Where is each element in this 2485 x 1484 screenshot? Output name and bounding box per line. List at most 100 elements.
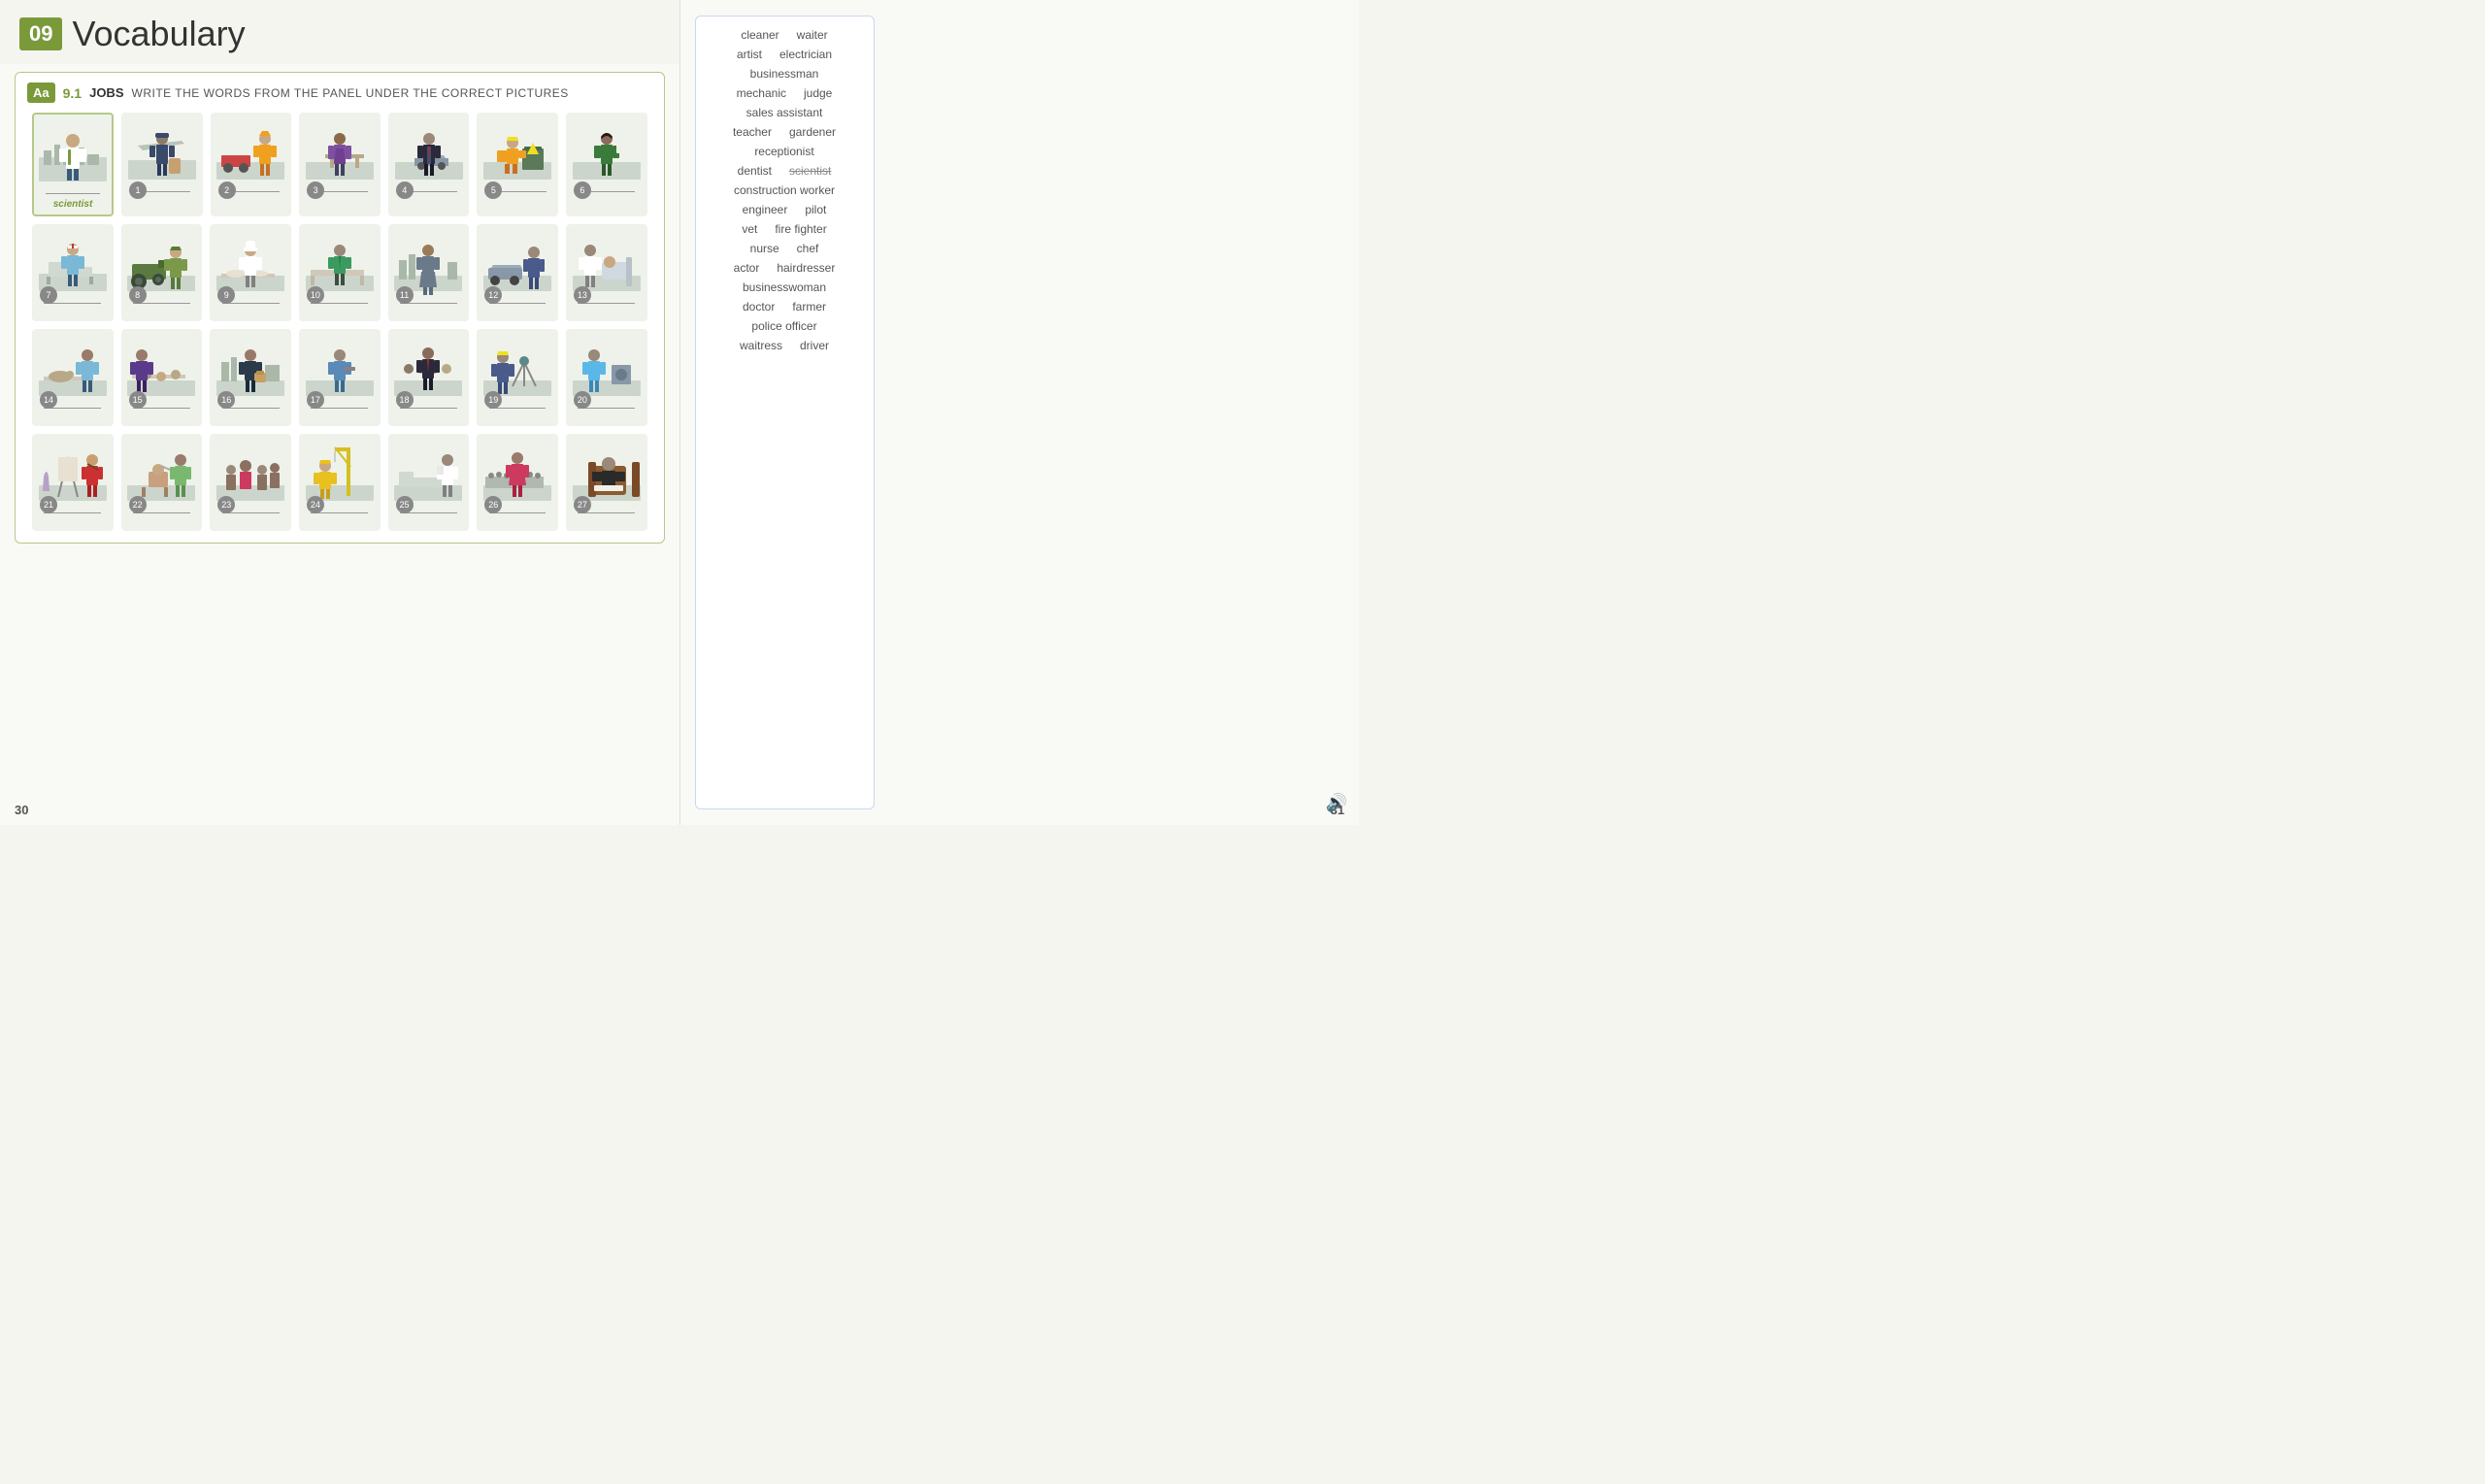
word-doctor: doctor [743,300,775,313]
card-9-number: 9 [217,286,235,304]
card-4-illustration [393,117,465,187]
card-27-number: 27 [574,496,591,513]
card-27: 27 [566,434,647,531]
word-row-16: police officer [711,319,859,333]
aa-label: Aa [27,82,55,103]
word-row-6: teacher gardener [711,125,859,139]
page-container: 09 Vocabulary Aa 9.1 JOBS WRITE THE WORD… [0,0,1359,825]
card-16: 16 [210,329,291,426]
word-row-10: engineer pilot [711,203,859,216]
card-24-line[interactable] [311,512,368,513]
left-page: 09 Vocabulary Aa 9.1 JOBS WRITE THE WORD… [0,0,679,825]
card-10-number: 10 [307,286,324,304]
activity-number: 9.1 [63,85,82,101]
card-10-line[interactable] [311,303,368,304]
word-nurse: nurse [750,242,779,255]
images-grid: scientist [27,113,652,216]
card-24: 24 [299,434,381,531]
card-21-number: 21 [40,496,57,513]
card-17: 17 [299,329,381,426]
word-fire-fighter: fire fighter [775,222,826,236]
card-19: 19 [477,329,558,426]
word-businesswoman: businesswoman [743,280,826,294]
word-electrician: electrician [779,48,832,61]
card-3: 3 [299,113,381,216]
word-row-1: cleaner waiter [711,28,859,42]
card-27-line[interactable] [578,512,635,513]
word-gardener: gardener [789,125,836,139]
word-judge: judge [804,86,832,100]
word-row-4: mechanic judge [711,86,859,100]
card-6-number: 6 [574,181,591,199]
page-header: 09 Vocabulary [0,0,679,64]
word-engineer: engineer [743,203,788,216]
card-18: 18 [388,329,470,426]
card-1-number: 1 [129,181,147,199]
activity-instruction: WRITE THE WORDS FROM THE PANEL UNDER THE… [132,86,569,100]
example-line [46,193,100,194]
card-25: 25 [388,434,470,531]
chapter-number: 09 [19,17,62,50]
word-businessman: businessman [750,67,819,81]
card-13: 13 [566,224,647,321]
card-23-number: 23 [217,496,235,513]
card-14-line[interactable] [44,408,101,409]
activity-section: Aa 9.1 JOBS WRITE THE WORDS FROM THE PAN… [15,72,665,544]
card-17-line[interactable] [311,408,368,409]
word-teacher: teacher [733,125,772,139]
card-11-number: 11 [396,286,414,304]
example-card: scientist [32,113,114,216]
card-16-line[interactable] [222,408,280,409]
word-hairdresser: hairdresser [777,261,835,275]
card-12: 12 [477,224,558,321]
word-row-14: businesswoman [711,280,859,294]
card-14-number: 14 [40,391,57,409]
word-row-7: receptionist [711,145,859,158]
word-row-5: sales assistant [711,106,859,119]
card-16-number: 16 [217,391,235,409]
card-9-line[interactable] [222,303,280,304]
card-8: 8 [121,224,203,321]
card-19-line[interactable] [489,408,547,409]
card-7: 7 [32,224,114,321]
word-scientist: scientist [789,164,831,178]
card-3-illustration [304,117,376,187]
word-row-15: doctor farmer [711,300,859,313]
card-25-number: 25 [396,496,414,513]
card-9: 9 [210,224,291,321]
images-grid-row3: 14 [27,329,652,426]
card-23-line[interactable] [222,512,280,513]
card-5: 5 [477,113,558,216]
card-7-line[interactable] [44,303,101,304]
right-page: cleaner waiter artist electrician busine… [679,0,1360,825]
card-8-number: 8 [129,286,147,304]
card-11: 11 [388,224,470,321]
activity-subject: JOBS [89,85,123,100]
card-18-number: 18 [396,391,414,409]
card-12-line[interactable] [489,303,547,304]
page-number-left: 30 [15,803,28,817]
card-13-line[interactable] [578,303,635,304]
word-pilot: pilot [805,203,826,216]
card-5-number: 5 [484,181,502,199]
card-5-illustration [481,117,553,187]
card-2-illustration [215,117,287,187]
word-vet: vet [742,222,757,236]
card-24-number: 24 [307,496,324,513]
word-row-11: vet fire fighter [711,222,859,236]
word-panel: cleaner waiter artist electrician busine… [695,16,875,809]
card-10: 10 [299,224,381,321]
word-mechanic: mechanic [737,86,786,100]
card-20-line[interactable] [578,408,635,409]
chapter-title: Vocabulary [72,14,245,54]
word-row-13: actor hairdresser [711,261,859,275]
word-waitress: waitress [740,339,782,352]
example-label: scientist [53,199,93,210]
word-row-9: construction worker [711,183,859,197]
word-police-officer: police officer [751,319,816,333]
card-7-number: 7 [40,286,57,304]
card-4-number: 4 [396,181,414,199]
card-26-line[interactable] [489,512,547,513]
card-1: 1 [121,113,203,216]
card-21-line[interactable] [44,512,101,513]
